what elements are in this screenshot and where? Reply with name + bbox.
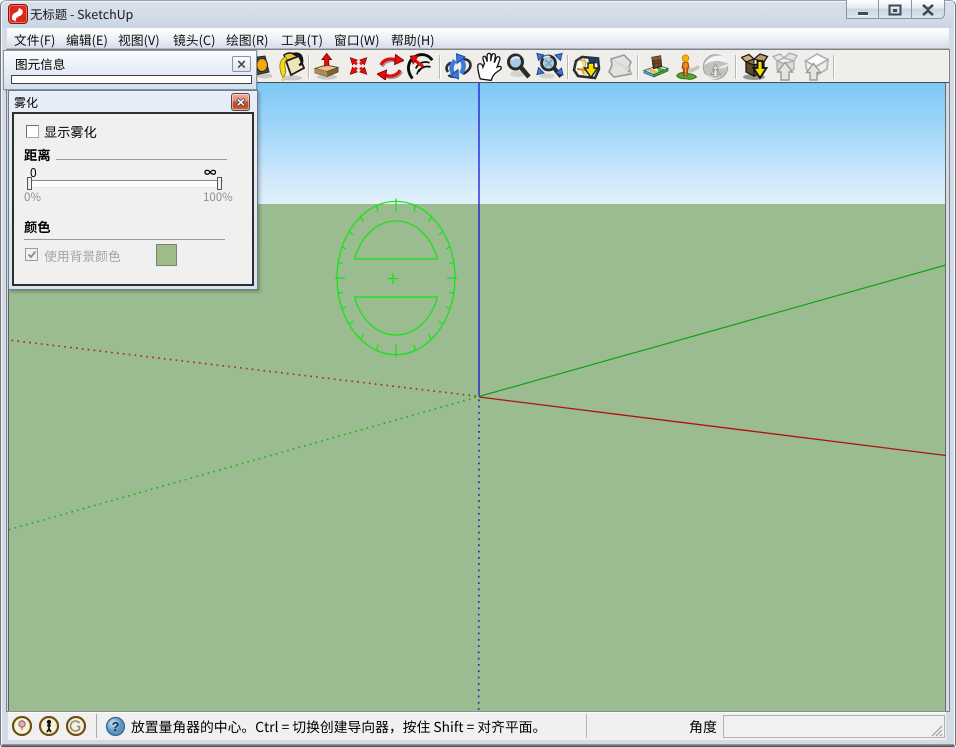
svg-text:?: ? — [112, 719, 120, 734]
